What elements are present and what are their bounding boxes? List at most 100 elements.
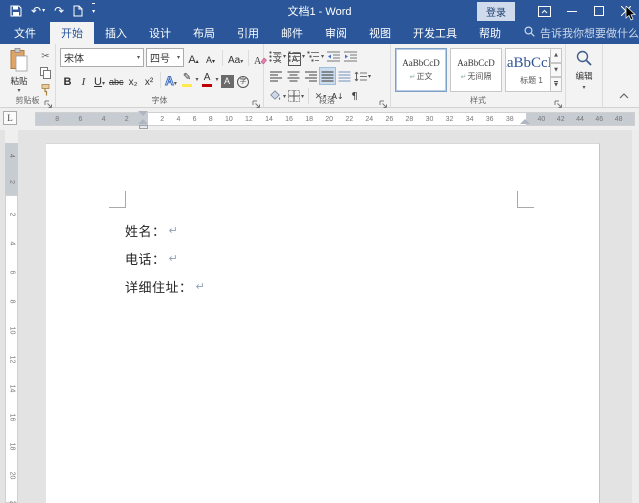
ruler-number: 2 <box>124 115 129 123</box>
style-card[interactable]: AaBbCcD ↵无间隔 <box>450 48 502 92</box>
editing-dropdown-icon[interactable]: ▾ <box>582 84 585 91</box>
align-left-button[interactable] <box>269 68 284 84</box>
ribbon-tab[interactable]: 插入 <box>94 22 138 44</box>
text-effects-button[interactable]: A ▾ <box>164 71 179 88</box>
ribbon-display-options-icon[interactable] <box>531 0 558 22</box>
shading-button[interactable]: ▾ <box>269 88 286 104</box>
ribbon-tab[interactable]: 开发工具 <box>402 22 468 44</box>
style-card[interactable]: AaBbCcDd 标题 1 <box>505 48 551 92</box>
horizontal-ruler[interactable]: 8642 2 4 6 8 10 12 14 16 18 20 22 24 26 28 30 32 34 36 38 … <box>35 112 635 126</box>
style-card[interactable]: AaBbCcD ↵正文 <box>395 48 447 92</box>
paste-button[interactable]: 粘贴 ▾ <box>4 48 34 100</box>
sort-button[interactable]: A↓ <box>330 88 345 104</box>
strikethrough-button[interactable]: abc <box>108 71 125 88</box>
highlight-button[interactable]: ✎ <box>180 71 195 88</box>
italic-button[interactable]: I <box>76 71 91 88</box>
styles-gallery-more-icon[interactable]: ▼ <box>550 77 562 93</box>
align-right-button[interactable] <box>303 68 318 84</box>
right-indent-marker[interactable] <box>520 119 530 124</box>
font-color-button[interactable]: A <box>200 71 215 88</box>
enclose-characters-button[interactable]: 字 <box>236 71 251 88</box>
align-center-button[interactable] <box>286 68 301 84</box>
hanging-indent-marker[interactable] <box>138 119 148 124</box>
document-text[interactable]: 姓名： ↵ 电话： ↵ 详细住址： ↵ <box>125 216 205 300</box>
vertical-scrollbar[interactable] <box>632 130 639 503</box>
change-case-button[interactable]: Aa ▾ <box>227 49 244 66</box>
redo-icon[interactable]: ↷ <box>54 3 64 19</box>
character-shading-button[interactable]: A <box>220 71 235 88</box>
search-icon <box>524 26 535 40</box>
styles-scroll-up-icon[interactable]: ▲ <box>550 48 562 63</box>
multilevel-list-button[interactable]: ▾ <box>307 48 324 64</box>
ribbon-tabs: 开始 插入 设计 布局 引用 邮件 审阅 视图 开发工具 帮助 <box>50 22 512 44</box>
numbering-button[interactable]: ▾ <box>288 48 305 64</box>
paragraph-text[interactable]: 姓名： <box>125 221 166 240</box>
font-size-dropdown-icon[interactable]: ▾ <box>177 54 180 61</box>
copy-icon[interactable] <box>38 66 53 80</box>
line-spacing-button[interactable]: ▾ <box>354 68 371 84</box>
tell-me-search[interactable]: 告诉我你想要做什么 <box>524 22 639 44</box>
tab-stop-selector[interactable]: L <box>3 111 17 125</box>
tab-file[interactable]: 文件 <box>0 22 50 44</box>
paste-dropdown-icon[interactable]: ▾ <box>17 87 20 94</box>
justify-button[interactable] <box>319 67 336 85</box>
decrease-indent-button[interactable] <box>326 48 341 64</box>
font-dialog-launcher-icon[interactable] <box>252 96 261 108</box>
document-paragraph[interactable]: 详细住址： ↵ <box>125 272 205 300</box>
subscript-button[interactable]: x₂ <box>126 71 141 88</box>
highlight-dropdown-icon[interactable]: ▾ <box>196 76 199 83</box>
document-paragraph[interactable]: 电话： ↵ <box>125 244 205 272</box>
document-page[interactable]: 姓名： ↵ 电话： ↵ 详细住址： ↵ <box>46 143 600 503</box>
vertical-ruler[interactable]: 42 24681012141618202224 <box>5 130 18 503</box>
close-icon[interactable] <box>612 0 639 22</box>
style-preview: AaBbCcD <box>457 58 495 68</box>
maximize-icon[interactable] <box>585 0 612 22</box>
paragraph-text[interactable]: 电话： <box>125 249 166 268</box>
increase-indent-button[interactable] <box>343 48 358 64</box>
collapse-ribbon-icon[interactable] <box>619 86 629 104</box>
cut-icon[interactable]: ✂ <box>38 49 53 63</box>
signin-button[interactable]: 登录 <box>477 1 515 21</box>
document-workspace: 42 24681012141618202224 姓名： ↵ 电话： ↵ <box>0 130 639 503</box>
format-painter-icon[interactable] <box>38 83 53 97</box>
superscript-button[interactable]: x² <box>142 71 157 88</box>
save-icon[interactable] <box>10 3 22 19</box>
font-name-dropdown-icon[interactable]: ▾ <box>137 54 140 61</box>
bold-button[interactable]: B <box>60 71 75 88</box>
bullets-button[interactable]: ▾ <box>269 48 286 64</box>
font-color-dropdown-icon[interactable]: ▾ <box>216 76 219 83</box>
styles-dialog-launcher-icon[interactable] <box>554 96 563 108</box>
borders-button[interactable]: ▾ <box>288 88 304 104</box>
document-paragraph[interactable]: 姓名： ↵ <box>125 216 205 244</box>
show-marks-button[interactable]: ¶ <box>347 88 362 104</box>
first-line-indent-marker[interactable] <box>138 111 148 116</box>
ribbon-tab[interactable]: 开始 <box>50 22 94 44</box>
new-document-icon[interactable] <box>73 3 83 19</box>
asian-layout-button[interactable]: ✕ ▾ <box>313 88 328 104</box>
editing-label: 编辑 <box>575 71 593 81</box>
undo-button[interactable]: ↶ ▾ <box>31 3 45 19</box>
clipboard-dialog-launcher-icon[interactable] <box>44 96 53 108</box>
distribute-button[interactable] <box>337 68 352 84</box>
ribbon-tab[interactable]: 审阅 <box>314 22 358 44</box>
ribbon-tab[interactable]: 邮件 <box>270 22 314 44</box>
ribbon-tab[interactable]: 视图 <box>358 22 402 44</box>
left-indent-marker[interactable] <box>139 125 148 129</box>
ribbon-tab[interactable]: 帮助 <box>468 22 512 44</box>
customize-qat-icon[interactable]: ▾ <box>92 3 96 19</box>
font-name-combo[interactable]: 宋体 ▾ <box>60 48 144 67</box>
shrink-font-button[interactable]: A ▾ <box>203 49 218 66</box>
ribbon-tab[interactable]: 布局 <box>182 22 226 44</box>
grow-font-button[interactable]: A ▴ <box>186 49 201 66</box>
undo-dropdown-icon[interactable]: ▾ <box>42 8 45 14</box>
editing-button[interactable]: 编辑 ▾ <box>566 50 602 91</box>
styles-scroll-down-icon[interactable]: ▼ <box>550 62 562 78</box>
font-size-combo[interactable]: 四号 ▾ <box>146 48 184 67</box>
underline-button[interactable]: U ▾ <box>92 71 107 88</box>
word-window: ↶ ▾ ↷ ▾ 文档1 - Word 登录 文件 开始 插入 设计 布局 引用 … <box>0 0 639 503</box>
paragraph-text[interactable]: 详细住址： <box>125 277 193 296</box>
minimize-icon[interactable] <box>558 0 585 22</box>
paragraph-dialog-launcher-icon[interactable] <box>379 96 388 108</box>
ribbon-tab[interactable]: 设计 <box>138 22 182 44</box>
ribbon-tab[interactable]: 引用 <box>226 22 270 44</box>
